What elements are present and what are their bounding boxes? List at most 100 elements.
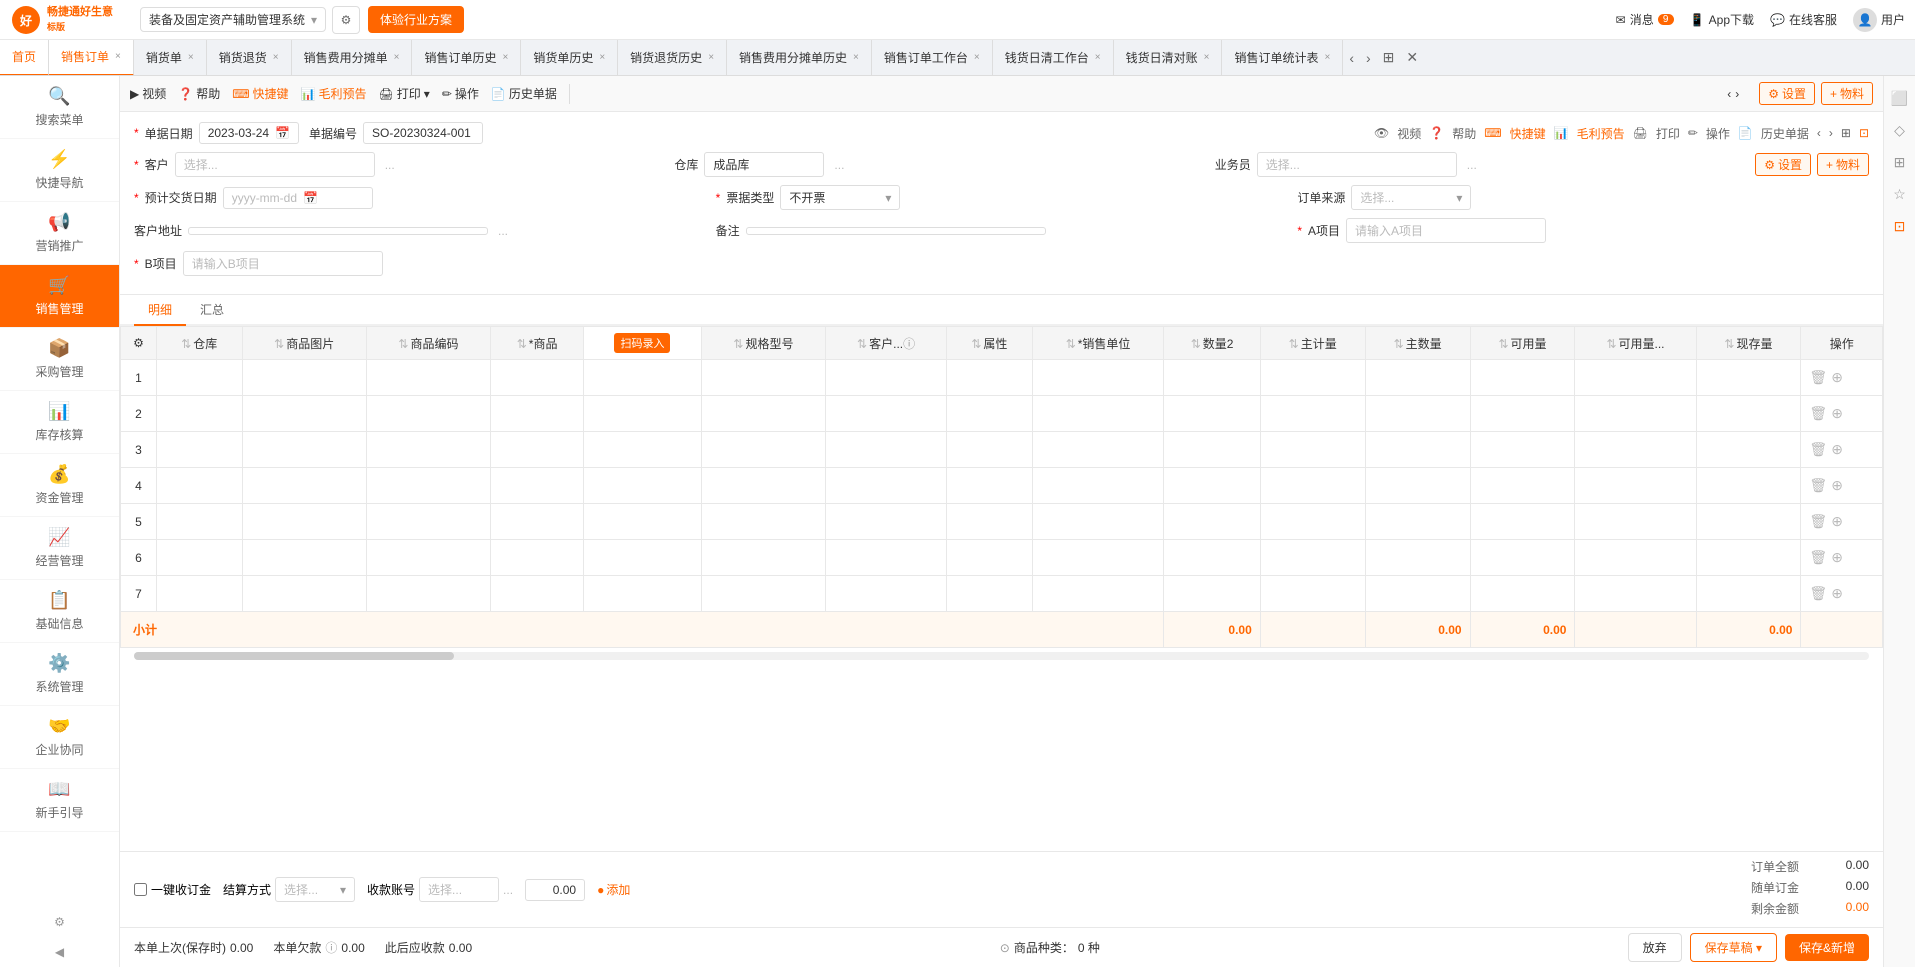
row-4-spec[interactable]	[701, 468, 825, 504]
tab-order-workbench-close[interactable]: ×	[974, 52, 980, 63]
row-5-code[interactable]	[366, 504, 490, 540]
operation-button[interactable]: ✏ 操作	[442, 85, 479, 102]
row-7-available2[interactable]	[1575, 576, 1696, 612]
nav-right-icon[interactable]: ›	[1829, 126, 1833, 140]
row-1-qty2[interactable]	[1164, 360, 1260, 396]
row-6-available[interactable]	[1470, 540, 1575, 576]
row-7-available[interactable]	[1470, 576, 1575, 612]
tab-next-button[interactable]: ›	[1360, 40, 1377, 76]
nav-left-icon[interactable]: ‹	[1817, 126, 1821, 140]
tab-close-all-button[interactable]: ✕	[1400, 40, 1424, 76]
row-2-spec[interactable]	[701, 396, 825, 432]
settings-button[interactable]: ⚙ 设置	[1759, 82, 1815, 105]
tab-sales-fee-close[interactable]: ×	[394, 52, 400, 63]
tab-daily-workbench-close[interactable]: ×	[1095, 52, 1101, 63]
row-4-available[interactable]	[1470, 468, 1575, 504]
row-5-attribute[interactable]	[947, 504, 1033, 540]
one-click-checkbox[interactable]: 一键收订金	[134, 881, 211, 898]
one-click-checkbox-input[interactable]	[134, 883, 147, 896]
tab-goods-history[interactable]: 销货单历史 ×	[521, 40, 618, 76]
row-1-copy-icon[interactable]: ⊕	[1831, 369, 1843, 386]
row-5-main-qty[interactable]	[1365, 504, 1470, 540]
right-icon-1[interactable]: ⬜	[1886, 84, 1914, 112]
bill-date-input[interactable]: 2023-03-24 📅	[199, 122, 299, 144]
address-input[interactable]	[188, 227, 488, 235]
grid-icon[interactable]: ⊞	[1841, 126, 1851, 140]
add-payment-button[interactable]: ● 添加	[597, 881, 630, 898]
row-3-attribute[interactable]	[947, 432, 1033, 468]
shortcut-button[interactable]: ⌨ 快捷键	[232, 85, 288, 102]
receipt-more-icon[interactable]: ...	[503, 883, 513, 897]
discard-button[interactable]: 放弃	[1628, 933, 1682, 962]
sidebar-item-guide[interactable]: 📖 新手引导	[0, 769, 119, 832]
tab-detail[interactable]: 明细	[134, 295, 186, 326]
row-7-scan[interactable]	[584, 576, 702, 612]
row-5-image[interactable]	[242, 504, 366, 540]
sidebar-item-quick-nav[interactable]: ⚡ 快捷导航	[0, 139, 119, 202]
scrollbar-thumb[interactable]	[134, 652, 454, 660]
tab-sales-goods[interactable]: 销货单 ×	[134, 40, 207, 76]
tab-goods-history-close[interactable]: ×	[599, 52, 605, 63]
sidebar-item-operation[interactable]: 📈 经营管理	[0, 517, 119, 580]
row-7-main-qty[interactable]	[1365, 576, 1470, 612]
agent-input[interactable]: 选择...	[1257, 152, 1457, 177]
row-2-attribute[interactable]	[947, 396, 1033, 432]
row-6-current[interactable]	[1696, 540, 1801, 576]
row-2-qty2[interactable]	[1164, 396, 1260, 432]
right-icon-2[interactable]: ◇	[1886, 116, 1914, 144]
row-6-main-qty[interactable]	[1365, 540, 1470, 576]
row-4-main-unit[interactable]	[1260, 468, 1365, 504]
settings-btn-2[interactable]: ⚙ 设置	[1755, 153, 1811, 176]
app-download-button[interactable]: 📱 App下载	[1690, 11, 1754, 28]
row-2-unit[interactable]	[1032, 396, 1164, 432]
row-6-copy-icon[interactable]: ⊕	[1831, 549, 1843, 566]
row-5-available2[interactable]	[1575, 504, 1696, 540]
tab-daily-workbench[interactable]: 钱货日清工作台 ×	[993, 40, 1114, 76]
row-2-customer-code[interactable]	[826, 396, 947, 432]
b-project-input[interactable]: 请输入B项目	[183, 251, 383, 276]
row-3-main-qty[interactable]	[1365, 432, 1470, 468]
view-video-button[interactable]: ▶ 视频	[130, 85, 166, 102]
tab-sales-order-close[interactable]: ×	[115, 51, 121, 62]
row-4-current[interactable]	[1696, 468, 1801, 504]
row-7-unit[interactable]	[1032, 576, 1164, 612]
row-4-unit[interactable]	[1032, 468, 1164, 504]
profit-button[interactable]: 📊 毛利预告	[301, 85, 367, 102]
row-3-delete-icon[interactable]: 🗑	[1809, 441, 1827, 458]
remark-input[interactable]	[746, 227, 1046, 235]
tab-expand-button[interactable]: ⊞	[1377, 40, 1401, 76]
row-3-unit[interactable]	[1032, 432, 1164, 468]
th-main-qty[interactable]: ⇅主数量	[1365, 327, 1470, 360]
row-5-unit[interactable]	[1032, 504, 1164, 540]
row-7-delete-icon[interactable]: 🗑	[1809, 585, 1827, 602]
ticket-type-select[interactable]: 不开票 ▾	[780, 185, 900, 210]
row-3-available[interactable]	[1470, 432, 1575, 468]
tab-fee-history[interactable]: 销售费用分摊单历史 ×	[727, 40, 872, 76]
row-1-code[interactable]	[366, 360, 490, 396]
row-7-code[interactable]	[366, 576, 490, 612]
row-4-attribute[interactable]	[947, 468, 1033, 504]
row-5-available[interactable]	[1470, 504, 1575, 540]
th-current[interactable]: ⇅现存量	[1696, 327, 1801, 360]
row-6-attribute[interactable]	[947, 540, 1033, 576]
row-5-current[interactable]	[1696, 504, 1801, 540]
order-source-select[interactable]: 选择... ▾	[1351, 185, 1471, 210]
tab-daily-reconcile[interactable]: 钱货日清对账 ×	[1114, 40, 1223, 76]
row-1-image[interactable]	[242, 360, 366, 396]
address-more-icon[interactable]: ...	[498, 224, 508, 238]
th-product[interactable]: ⇅*商品	[491, 327, 584, 360]
row-3-product[interactable]	[491, 432, 584, 468]
row-3-spec[interactable]	[701, 432, 825, 468]
th-unit[interactable]: ⇅*销售单位	[1032, 327, 1164, 360]
row-2-copy-icon[interactable]: ⊕	[1831, 405, 1843, 422]
row-2-code[interactable]	[366, 396, 490, 432]
row-3-code[interactable]	[366, 432, 490, 468]
th-product-code[interactable]: ⇅商品编码	[366, 327, 490, 360]
tab-order-stats[interactable]: 销售订单统计表 ×	[1222, 40, 1343, 76]
row-1-current[interactable]	[1696, 360, 1801, 396]
scan-input-button[interactable]: 扫码录入	[614, 333, 670, 353]
nav-next-button[interactable]: ›	[1735, 87, 1739, 101]
row-2-scan[interactable]	[584, 396, 702, 432]
row-7-qty2[interactable]	[1164, 576, 1260, 612]
row-6-unit[interactable]	[1032, 540, 1164, 576]
